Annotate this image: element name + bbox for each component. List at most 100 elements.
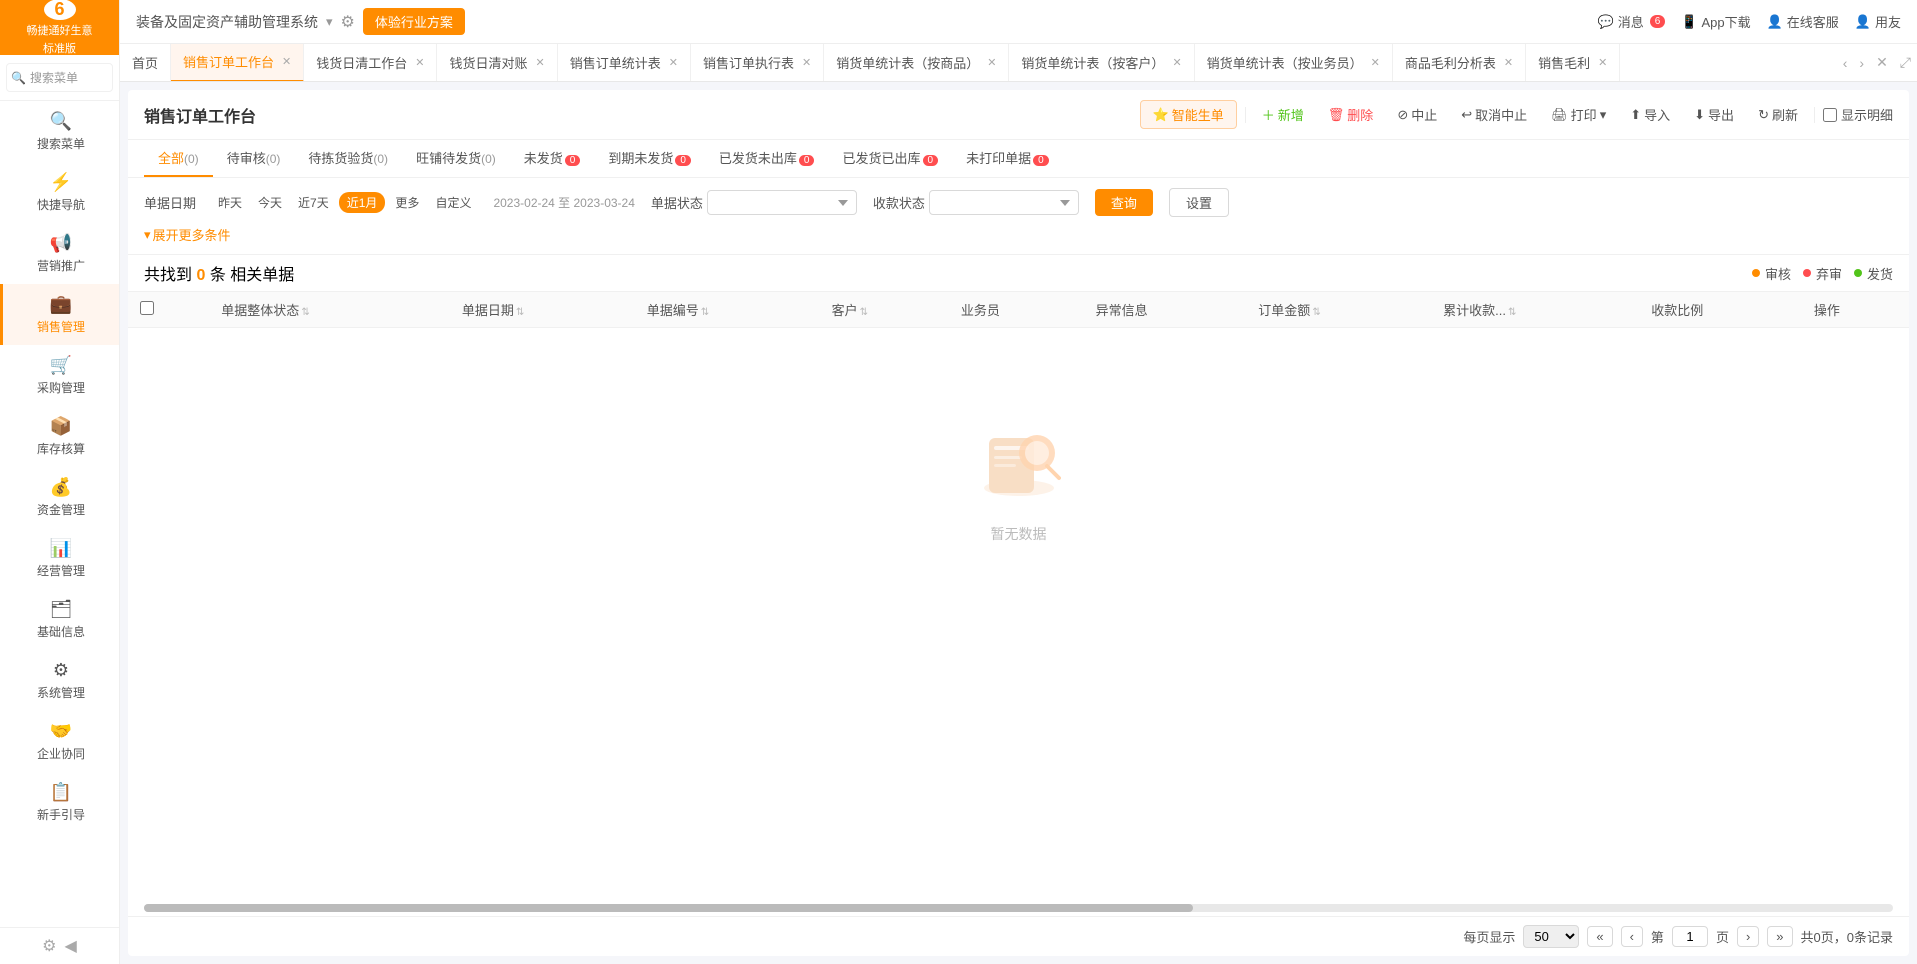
industry-btn[interactable]: 体验行业方案 — [363, 8, 465, 35]
next-page-btn[interactable]: › — [1737, 926, 1759, 947]
settings-icon-btn[interactable]: ⚙ — [42, 936, 56, 956]
import-btn[interactable]: ⬆ 导入 — [1622, 101, 1678, 128]
tab-scroll-right-btn[interactable]: › — [1853, 55, 1870, 71]
add-btn[interactable]: ＋ 新增 — [1254, 101, 1312, 128]
sidebar-item-operations[interactable]: 📊经营管理 — [0, 528, 119, 589]
first-page-btn[interactable]: « — [1587, 926, 1612, 947]
export-btn[interactable]: ⬇ 导出 — [1686, 101, 1742, 128]
online-service-btn[interactable]: 👤 在线客服 — [1767, 12, 1839, 31]
sidebar-logo[interactable]: 6 畅捷通好生意 标准版 — [0, 0, 119, 55]
header-settings-btn[interactable]: ⚙ — [341, 12, 355, 32]
col-header-collected[interactable]: 累计收款...⇅ — [1431, 292, 1639, 328]
delete-btn[interactable]: 🗑 删除 — [1320, 101, 1382, 128]
sub-tab-not_printed[interactable]: 未打印单据0 — [952, 140, 1063, 177]
date-btn-近7天[interactable]: 近7天 — [292, 192, 335, 213]
tab-sales_stats[interactable]: 销售订单统计表✕ — [558, 44, 691, 82]
table-scroll[interactable]: 单据整体状态⇅单据日期⇅单据编号⇅客户⇅业务员异常信息订单金额⇅累计收款...⇅… — [128, 292, 1909, 900]
cancel-icon: ↩ — [1461, 107, 1472, 123]
tab-close-cash_account[interactable]: ✕ — [536, 56, 545, 69]
app-download-btn[interactable]: 📱 App下载 — [1681, 12, 1750, 31]
ai-btn[interactable]: ⭐ 智能生单 — [1140, 100, 1237, 129]
last-page-btn[interactable]: » — [1767, 926, 1792, 947]
page-input[interactable] — [1672, 926, 1708, 947]
sub-tab-pending_inspect[interactable]: 待拣货验货(0) — [294, 140, 402, 177]
sidebar-item-sales[interactable]: 💼销售管理 — [0, 284, 119, 345]
sidebar-item-marketing[interactable]: 📢营销推广 — [0, 223, 119, 284]
tab-close-cash_daily[interactable]: ✕ — [415, 56, 424, 69]
system-dropdown-btn[interactable]: ▾ — [326, 14, 333, 30]
sub-tab-not_shipped[interactable]: 未发货0 — [510, 140, 595, 177]
horizontal-scrollbar[interactable] — [144, 904, 1893, 912]
tab-sales_stats_product[interactable]: 销货单统计表（按商品）✕ — [824, 44, 1009, 82]
tab-scroll-left-btn[interactable]: ‹ — [1837, 55, 1854, 71]
tab-close-all-btn[interactable]: ✕ — [1870, 54, 1894, 71]
tab-close-sales_stats_staff[interactable]: ✕ — [1371, 56, 1380, 69]
sub-tab-shipped_not_out[interactable]: 已发货未出库0 — [705, 140, 829, 177]
tab-home[interactable]: 首页 — [120, 44, 171, 82]
tab-sales_profit[interactable]: 销售毛利✕ — [1526, 44, 1620, 82]
sidebar-search-button[interactable]: 🔍 搜索菜单 — [6, 63, 113, 92]
sub-tab-overdue[interactable]: 到期未发货0 — [594, 140, 705, 177]
sub-tab-shipped_out[interactable]: 已发货已出库0 — [828, 140, 952, 177]
select-all-checkbox[interactable] — [140, 301, 154, 315]
tab-gross_margin[interactable]: 商品毛利分析表✕ — [1393, 44, 1526, 82]
col-header-number[interactable]: 单据编号⇅ — [635, 292, 820, 328]
sidebar-item-purchase[interactable]: 🛒采购管理 — [0, 345, 119, 406]
sidebar-item-guide[interactable]: 📋新手引导 — [0, 772, 119, 833]
cancel-review-action-btn[interactable]: 弃审 — [1803, 264, 1842, 283]
tab-close-sales_exec[interactable]: ✕ — [802, 56, 811, 69]
sub-tab-pending_review[interactable]: 待审核(0) — [213, 140, 295, 177]
tab-cash_daily[interactable]: 钱货日清工作台✕ — [304, 44, 437, 82]
date-btn-更多[interactable]: 更多 — [389, 192, 425, 213]
cancel-stop-btn[interactable]: ↩ 取消中止 — [1453, 101, 1535, 128]
show-detail-checkbox[interactable] — [1823, 108, 1837, 122]
prev-page-btn[interactable]: ‹ — [1621, 926, 1643, 947]
sidebar-item-enterprise[interactable]: 🤝企业协同 — [0, 711, 119, 772]
col-header-customer[interactable]: 客户⇅ — [820, 292, 949, 328]
payment-select[interactable] — [929, 190, 1079, 215]
tab-close-sales_stats_customer[interactable]: ✕ — [1172, 56, 1181, 69]
col-header-status[interactable]: 单据整体状态⇅ — [209, 292, 450, 328]
sidebar-item-search[interactable]: 🔍搜索菜单 — [0, 101, 119, 162]
message-btn[interactable]: 💬 消息 6 — [1598, 12, 1666, 31]
date-btn-自定义[interactable]: 自定义 — [429, 192, 477, 213]
tab-cash_account[interactable]: 钱货日清对账✕ — [437, 44, 557, 82]
status-select[interactable] — [707, 190, 857, 215]
tab-close-gross_margin[interactable]: ✕ — [1504, 56, 1513, 69]
tab-close-sales_stats_product[interactable]: ✕ — [987, 56, 996, 69]
sidebar-item-basic[interactable]: 🗂基础信息 — [0, 589, 119, 650]
tab-sales_exec[interactable]: 销售订单执行表✕ — [691, 44, 824, 82]
sidebar-item-quicknav[interactable]: ⚡快捷导航 — [0, 162, 119, 223]
tab-close-sales_workbench[interactable]: ✕ — [282, 55, 291, 68]
tab-maximize-btn[interactable]: ⤢ — [1894, 54, 1917, 71]
tab-close-sales_profit[interactable]: ✕ — [1598, 56, 1607, 69]
refresh-btn[interactable]: ↻ 刷新 — [1750, 101, 1806, 128]
date-btn-今天[interactable]: 今天 — [252, 192, 288, 213]
print-btn[interactable]: 🖨 打印 ▾ — [1543, 101, 1614, 128]
user-menu-btn[interactable]: 👤 用友 — [1855, 12, 1901, 31]
tab-sales_stats_staff[interactable]: 销货单统计表（按业务员）✕ — [1195, 44, 1393, 82]
sidebar-item-system[interactable]: ⚙系统管理 — [0, 650, 119, 711]
query-btn[interactable]: 查询 — [1095, 189, 1153, 216]
expand-filter-btn[interactable]: ▾ 展开更多条件 — [144, 225, 231, 244]
tab-sales_stats_customer[interactable]: 销货单统计表（按客户） ✕ — [1009, 44, 1194, 82]
collapse-icon-btn[interactable]: ◀ — [65, 936, 77, 956]
date-btn-近1月[interactable]: 近1月 — [339, 192, 386, 213]
tab-sales_workbench[interactable]: 销售订单工作台✕ — [171, 44, 304, 82]
payment-label: 收款状态 — [873, 193, 925, 212]
col-header-amount[interactable]: 订单金额⇅ — [1246, 292, 1431, 328]
date-btn-昨天[interactable]: 昨天 — [212, 192, 248, 213]
sidebar-item-inventory[interactable]: 📦库存核算 — [0, 406, 119, 467]
ship-action-btn[interactable]: 发货 — [1854, 264, 1893, 283]
col-header-date[interactable]: 单据日期⇅ — [450, 292, 635, 328]
tab-close-sales_stats[interactable]: ✕ — [669, 56, 678, 69]
stop-btn[interactable]: ⊘ 中止 — [1389, 101, 1445, 128]
sub-tab-wangpu_pending[interactable]: 旺铺待发货(0) — [402, 140, 510, 177]
tab-label-sales_stats_customer: 销货单统计表（按客户） — [1021, 53, 1164, 72]
sidebar-item-finance[interactable]: 💰资金管理 — [0, 467, 119, 528]
settings-filter-btn[interactable]: 设置 — [1169, 188, 1229, 217]
sub-tab-all[interactable]: 全部(0) — [144, 140, 213, 177]
sidebar-search-area: 🔍 搜索菜单 — [0, 55, 119, 101]
per-page-select[interactable]: 102050100 — [1523, 925, 1579, 948]
review-action-btn[interactable]: 审核 — [1752, 264, 1791, 283]
